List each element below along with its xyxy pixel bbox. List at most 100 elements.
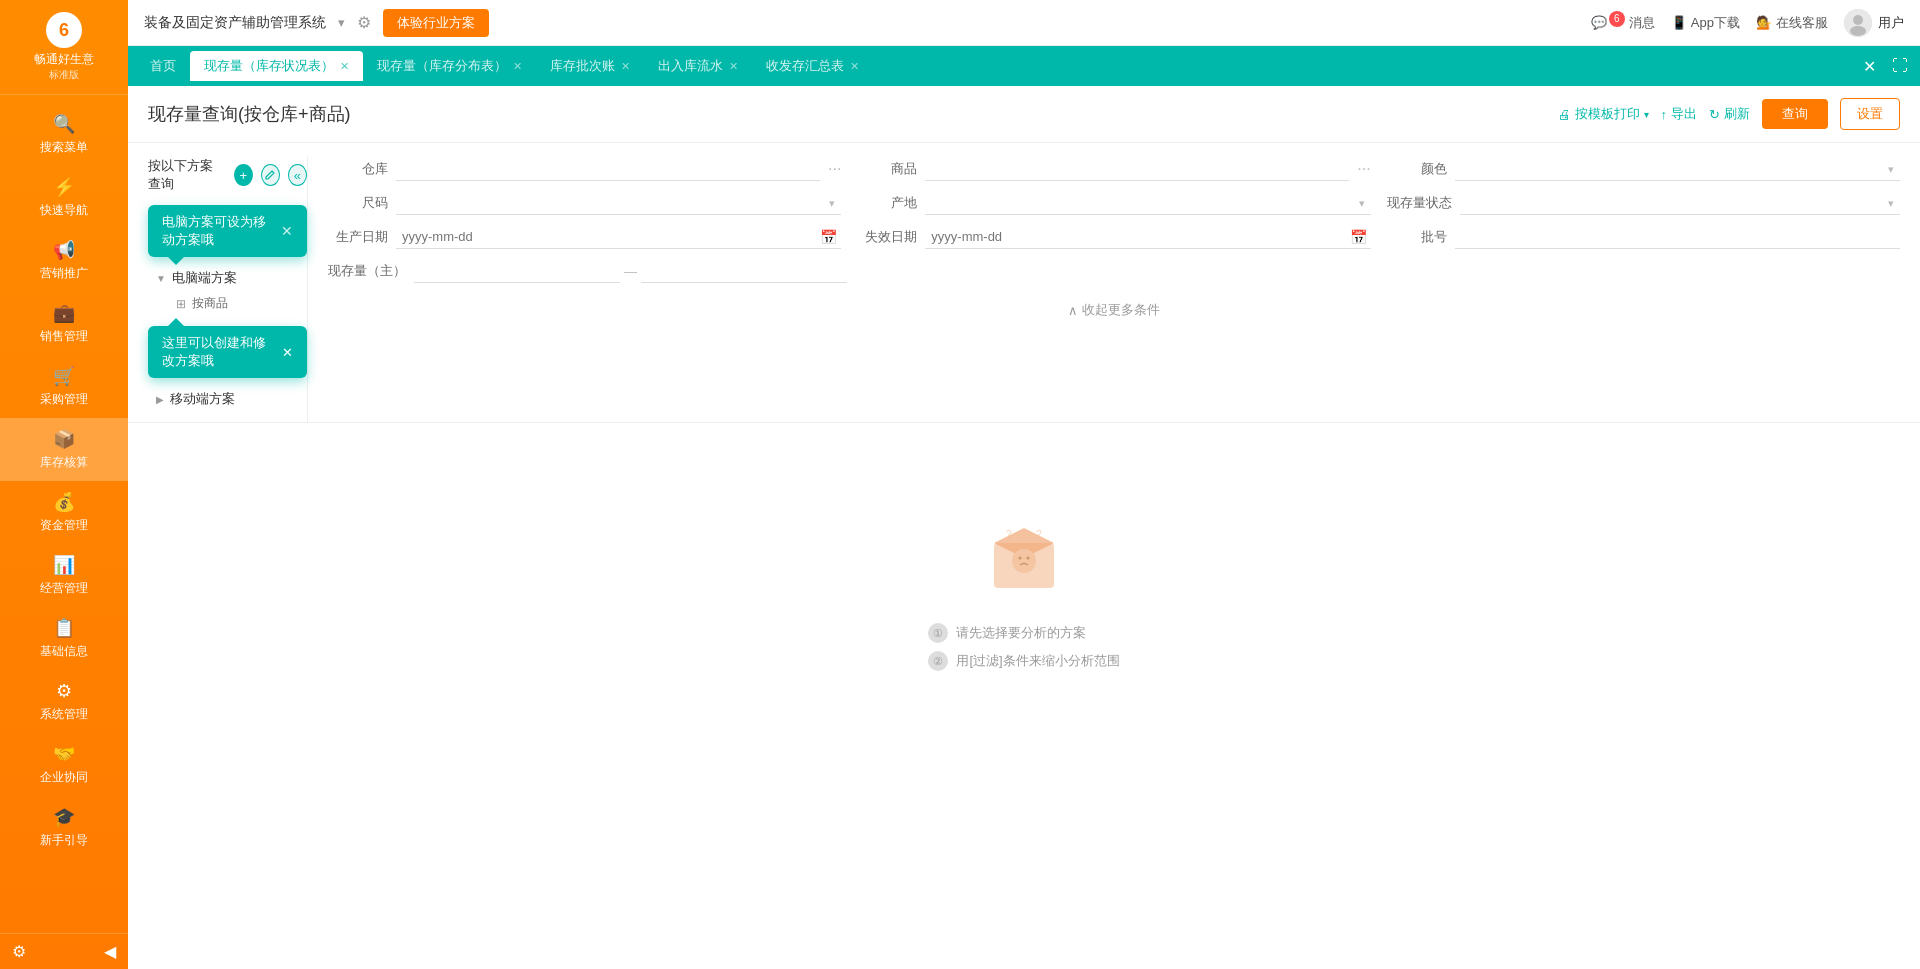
scheme-desktop-expand[interactable]: ▼ 电脑端方案	[148, 265, 307, 291]
tab-bar-actions: ✕ ⛶	[1859, 53, 1912, 80]
filter-field-warehouse: 仓库 ···	[328, 157, 841, 181]
sidebar-item-enterprise[interactable]: 🤝 企业协同	[0, 733, 128, 796]
collapse-more-btn[interactable]: ∧ 收起更多条件	[328, 293, 1900, 327]
filter-field-origin: 产地 ▾	[857, 191, 1370, 215]
back-scheme-btn[interactable]: «	[288, 164, 307, 186]
mobile-expand-arrow: ▶	[156, 394, 164, 405]
export-button[interactable]: ↑ 导出	[1661, 105, 1698, 123]
tab-batch-account-close[interactable]: ✕	[621, 60, 630, 73]
settings-footer-icon[interactable]: ⚙	[12, 942, 26, 961]
tab-receive-summary[interactable]: 收发存汇总表 ✕	[752, 51, 873, 81]
message-action[interactable]: 💬 6 消息	[1591, 14, 1655, 32]
scheme-panel: 按以下方案查询 + « 电脑方案可设为移动方案哦 ✕	[128, 157, 308, 422]
warehouse-more-icon[interactable]: ···	[828, 160, 841, 178]
tab-receive-summary-close[interactable]: ✕	[850, 60, 859, 73]
filter-row-1: 仓库 ··· 商品 ··· 颜色 ▾	[328, 157, 1900, 181]
prod-date-input[interactable]	[396, 225, 841, 249]
collapse-sidebar-icon[interactable]: ◀	[104, 942, 116, 961]
search-icon: 🔍	[53, 113, 75, 135]
trial-button[interactable]: 体验行业方案	[383, 9, 489, 37]
logo-area: 6 畅通好生意 标准版	[0, 0, 128, 95]
sidebar-footer: ⚙ ◀	[0, 933, 128, 969]
color-select-wrapper: ▾	[1455, 157, 1900, 181]
sidebar-item-search[interactable]: 🔍 搜索菜单	[0, 103, 128, 166]
stock-qty-min[interactable]	[414, 259, 620, 283]
range-separator: —	[624, 264, 637, 279]
finance-icon: 💰	[53, 491, 75, 513]
tab-stock-dist[interactable]: 现存量（库存分布表） ✕	[363, 51, 536, 81]
expire-date-calendar-icon[interactable]: 📅	[1350, 229, 1367, 245]
sidebar: 6 畅通好生意 标准版 🔍 搜索菜单 ⚡ 快速导航 📢 营销推广 💼 销售管理 …	[0, 0, 128, 969]
filter-row-4: 现存量（主） —	[328, 259, 1900, 283]
prod-date-calendar-icon[interactable]: 📅	[820, 229, 837, 245]
print-icon: 🖨	[1558, 107, 1571, 122]
online-support-action[interactable]: 💁 在线客服	[1756, 14, 1828, 32]
product-input[interactable]	[925, 157, 1349, 181]
sidebar-label-marketing: 营销推广	[40, 265, 88, 282]
logo-title: 畅通好生意	[8, 52, 120, 68]
sidebar-item-system[interactable]: ⚙ 系统管理	[0, 670, 128, 733]
tab-stock-status-close[interactable]: ✕	[340, 60, 349, 73]
export-label: 导出	[1671, 105, 1697, 123]
tooltip1-close[interactable]: ✕	[281, 223, 293, 239]
svg-point-1	[1853, 15, 1863, 25]
support-icon: 💁	[1756, 15, 1772, 30]
warehouse-input[interactable]	[396, 157, 820, 181]
inventory-icon: 📦	[53, 428, 75, 450]
sidebar-item-purchase[interactable]: 🛒 采购管理	[0, 355, 128, 418]
batch-label: 批号	[1387, 228, 1447, 246]
refresh-icon: ↻	[1709, 107, 1720, 122]
svg-point-2	[1850, 26, 1866, 36]
tab-in-out-close[interactable]: ✕	[729, 60, 738, 73]
origin-select[interactable]	[925, 191, 1370, 215]
query-button[interactable]: 查询	[1762, 99, 1828, 129]
tab-stock-status-label: 现存量（库存状况表）	[204, 57, 334, 75]
sidebar-item-quicknav[interactable]: ⚡ 快速导航	[0, 166, 128, 229]
svg-text:?: ?	[1036, 529, 1042, 540]
print-button[interactable]: 🖨 按模板打印 ▾	[1558, 105, 1649, 123]
scheme-mobile-expand[interactable]: ▶ 移动端方案	[148, 386, 307, 412]
svg-point-5	[1012, 549, 1036, 573]
message-icon: 💬	[1591, 15, 1607, 30]
stock-status-select[interactable]	[1460, 191, 1900, 215]
expire-date-input-wrapper: 📅	[925, 225, 1370, 249]
system-selector-arrow[interactable]: ▾	[338, 15, 345, 30]
scheme-mobile-label: 移动端方案	[170, 390, 235, 408]
product-more-icon[interactable]: ···	[1357, 160, 1370, 178]
tab-home[interactable]: 首页	[136, 51, 190, 81]
filter-field-stock-status: 现存量状态 ▾	[1387, 191, 1900, 215]
sidebar-item-sales[interactable]: 💼 销售管理	[0, 292, 128, 355]
sidebar-item-inventory[interactable]: 📦 库存核算	[0, 418, 128, 481]
sidebar-item-newbie[interactable]: 🎓 新手引导	[0, 796, 128, 859]
color-select[interactable]	[1455, 157, 1900, 181]
tab-batch-account[interactable]: 库存批次账 ✕	[536, 51, 644, 81]
refresh-button[interactable]: ↻ 刷新	[1709, 105, 1750, 123]
size-select[interactable]	[396, 191, 841, 215]
tab-stock-dist-close[interactable]: ✕	[513, 60, 522, 73]
user-section[interactable]: 用户	[1844, 9, 1904, 37]
filter-field-product: 商品 ···	[857, 157, 1370, 181]
sidebar-item-finance[interactable]: 💰 资金管理	[0, 481, 128, 544]
settings-icon[interactable]: ⚙	[357, 13, 371, 32]
expire-date-input[interactable]	[925, 225, 1370, 249]
tab-expand-btn[interactable]: ⛶	[1888, 53, 1912, 80]
set-button[interactable]: 设置	[1840, 98, 1900, 130]
sidebar-item-basic[interactable]: 📋 基础信息	[0, 607, 128, 670]
tab-in-out[interactable]: 出入库流水 ✕	[644, 51, 752, 81]
add-scheme-btn[interactable]: +	[234, 164, 253, 186]
edit-scheme-btn[interactable]	[261, 164, 280, 186]
tab-bar: 首页 现存量（库存状况表） ✕ 现存量（库存分布表） ✕ 库存批次账 ✕ 出入库…	[128, 46, 1920, 86]
sidebar-label-sales: 销售管理	[40, 328, 88, 345]
filter-field-expire-date: 失效日期 📅	[857, 225, 1370, 249]
sidebar-item-operations[interactable]: 📊 经营管理	[0, 544, 128, 607]
collapse-arrow-icon: ∧	[1068, 303, 1078, 318]
filter-field-batch: 批号	[1387, 225, 1900, 249]
scheme-item-byproduct[interactable]: ⊞ 按商品	[168, 291, 307, 316]
stock-qty-max[interactable]	[641, 259, 847, 283]
tab-stock-status[interactable]: 现存量（库存状况表） ✕	[190, 51, 363, 81]
app-download-action[interactable]: 📱 App下载	[1671, 14, 1740, 32]
batch-input[interactable]	[1455, 225, 1900, 249]
tooltip2-close[interactable]: ✕	[282, 345, 293, 360]
tab-close-all-btn[interactable]: ✕	[1859, 53, 1880, 80]
sidebar-item-marketing[interactable]: 📢 营销推广	[0, 229, 128, 292]
